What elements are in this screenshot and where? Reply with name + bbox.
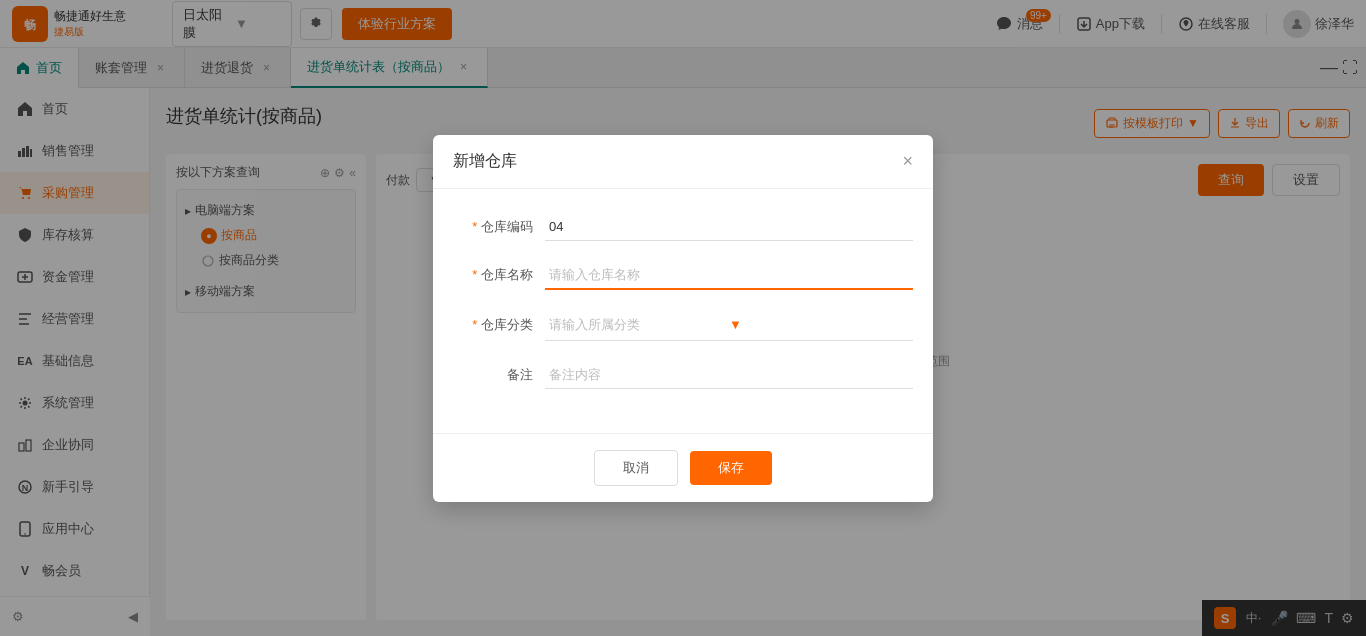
category-placeholder: 请输入所属分类 xyxy=(549,316,729,334)
save-btn[interactable]: 保存 xyxy=(690,451,772,485)
modal-footer: 取消 保存 xyxy=(433,433,933,502)
modal-close-btn[interactable]: × xyxy=(902,152,913,170)
code-label: 仓库编码 xyxy=(453,218,533,236)
modal-overlay: 新增仓库 × 仓库编码 仓库名称 仓库分类 请输入所属分类 ▼ xyxy=(0,0,1366,636)
note-field-row: 备注 xyxy=(453,361,913,389)
category-field-row: 仓库分类 请输入所属分类 ▼ xyxy=(453,310,913,341)
modal-title: 新增仓库 xyxy=(453,151,517,172)
category-label: 仓库分类 xyxy=(453,316,533,334)
category-chevron: ▼ xyxy=(729,317,909,332)
category-select[interactable]: 请输入所属分类 ▼ xyxy=(545,310,913,341)
name-field-row: 仓库名称 xyxy=(453,261,913,290)
modal-header: 新增仓库 × xyxy=(433,135,933,189)
cancel-btn[interactable]: 取消 xyxy=(594,450,678,486)
new-warehouse-modal: 新增仓库 × 仓库编码 仓库名称 仓库分类 请输入所属分类 ▼ xyxy=(433,135,933,502)
modal-body: 仓库编码 仓库名称 仓库分类 请输入所属分类 ▼ 备注 xyxy=(433,189,933,433)
code-field-row: 仓库编码 xyxy=(453,213,913,241)
note-input[interactable] xyxy=(545,361,913,389)
code-input[interactable] xyxy=(545,213,913,241)
note-label: 备注 xyxy=(453,366,533,384)
name-input[interactable] xyxy=(545,261,913,290)
name-label: 仓库名称 xyxy=(453,266,533,284)
